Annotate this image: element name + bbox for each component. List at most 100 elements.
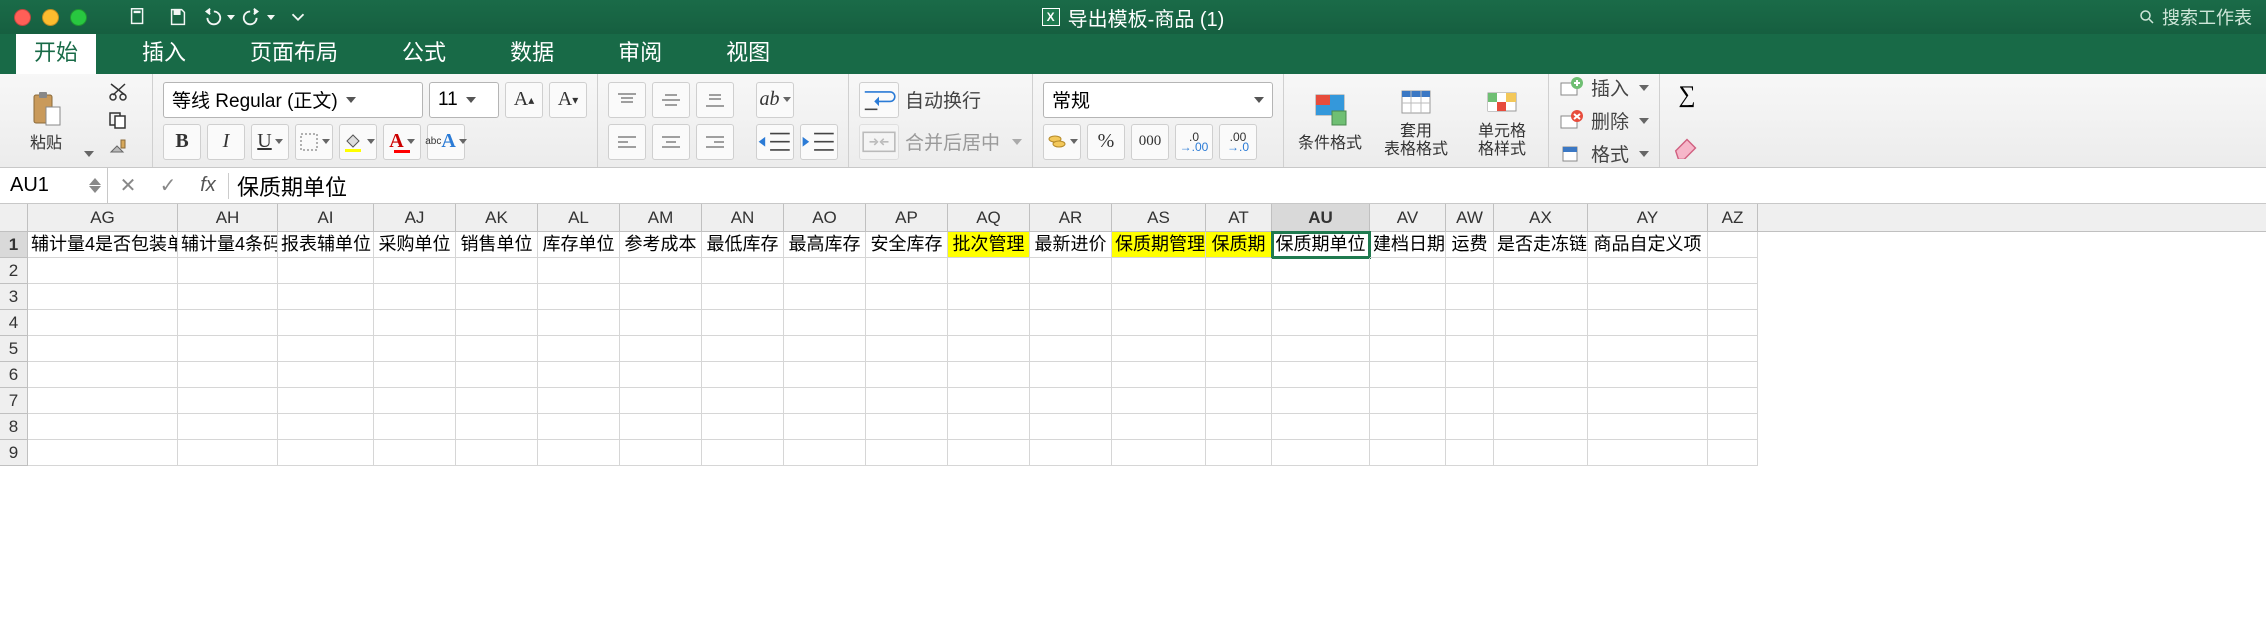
row-header-7[interactable]: 7	[0, 388, 28, 414]
wrap-text-icon[interactable]	[859, 82, 899, 118]
tab-formulas[interactable]: 公式	[384, 29, 464, 74]
cell-AV1[interactable]: 建档日期	[1370, 232, 1446, 258]
cell-AI1[interactable]: 报表辅单位	[278, 232, 374, 258]
cell-AY4[interactable]	[1588, 310, 1708, 336]
cell-AU3[interactable]	[1272, 284, 1370, 310]
column-header-AW[interactable]: AW	[1446, 204, 1494, 231]
cell-AY1[interactable]: 商品自定义项	[1588, 232, 1708, 258]
cell-AU4[interactable]	[1272, 310, 1370, 336]
row-header-1[interactable]: 1	[0, 232, 28, 258]
cell-AT3[interactable]	[1206, 284, 1272, 310]
cell-AN8[interactable]	[702, 414, 784, 440]
cell-AH9[interactable]	[178, 440, 278, 466]
row-header-5[interactable]: 5	[0, 336, 28, 362]
cell-AU9[interactable]	[1272, 440, 1370, 466]
cell-AX6[interactable]	[1494, 362, 1588, 388]
cell-AQ8[interactable]	[948, 414, 1030, 440]
cell-AG4[interactable]	[28, 310, 178, 336]
cell-AO8[interactable]	[784, 414, 866, 440]
cell-AR4[interactable]	[1030, 310, 1112, 336]
cell-AR3[interactable]	[1030, 284, 1112, 310]
cell-AX8[interactable]	[1494, 414, 1588, 440]
cell-AP3[interactable]	[866, 284, 948, 310]
number-format-combo[interactable]: 常规	[1043, 82, 1273, 118]
cell-AP1[interactable]: 安全库存	[866, 232, 948, 258]
cell-AJ9[interactable]	[374, 440, 456, 466]
cell-AI6[interactable]	[278, 362, 374, 388]
bold-button[interactable]: B	[163, 124, 201, 160]
cell-AO3[interactable]	[784, 284, 866, 310]
cell-AQ5[interactable]	[948, 336, 1030, 362]
format-cells-button[interactable]: 格式	[1559, 140, 1649, 167]
confirm-formula-button[interactable]: ✓	[148, 173, 188, 198]
cell-AO9[interactable]	[784, 440, 866, 466]
cell-AY2[interactable]	[1588, 258, 1708, 284]
cell-AZ4[interactable]	[1708, 310, 1758, 336]
row-header-6[interactable]: 6	[0, 362, 28, 388]
cell-AZ2[interactable]	[1708, 258, 1758, 284]
column-header-AJ[interactable]: AJ	[374, 204, 456, 231]
cell-AK5[interactable]	[456, 336, 538, 362]
cell-AI5[interactable]	[278, 336, 374, 362]
cell-AP8[interactable]	[866, 414, 948, 440]
cell-AS3[interactable]	[1112, 284, 1206, 310]
column-header-AP[interactable]: AP	[866, 204, 948, 231]
cell-AS9[interactable]	[1112, 440, 1206, 466]
cell-AH5[interactable]	[178, 336, 278, 362]
cell-AN6[interactable]	[702, 362, 784, 388]
tab-home[interactable]: 开始	[16, 29, 96, 74]
row-header-4[interactable]: 4	[0, 310, 28, 336]
decrease-font-button[interactable]: A▾	[549, 82, 587, 118]
cell-AY8[interactable]	[1588, 414, 1708, 440]
cell-AQ3[interactable]	[948, 284, 1030, 310]
cell-AT9[interactable]	[1206, 440, 1272, 466]
cell-AH1[interactable]: 辅计量4条码	[178, 232, 278, 258]
cell-AJ5[interactable]	[374, 336, 456, 362]
cell-AW5[interactable]	[1446, 336, 1494, 362]
align-bottom-button[interactable]	[696, 82, 734, 118]
cell-AQ1[interactable]: 批次管理	[948, 232, 1030, 258]
search-box[interactable]: 搜索工作表	[2138, 4, 2252, 30]
cell-AP5[interactable]	[866, 336, 948, 362]
cell-AW9[interactable]	[1446, 440, 1494, 466]
paste-dropdown-icon[interactable]	[84, 151, 94, 157]
cell-AR8[interactable]	[1030, 414, 1112, 440]
cell-AV2[interactable]	[1370, 258, 1446, 284]
orientation-button[interactable]: ab	[756, 82, 794, 118]
cell-AX3[interactable]	[1494, 284, 1588, 310]
font-color-button[interactable]: A	[383, 124, 421, 160]
cell-AH6[interactable]	[178, 362, 278, 388]
cell-AW8[interactable]	[1446, 414, 1494, 440]
cell-AM7[interactable]	[620, 388, 702, 414]
cell-AT2[interactable]	[1206, 258, 1272, 284]
cell-AL5[interactable]	[538, 336, 620, 362]
formula-input[interactable]: 保质期单位	[229, 170, 2266, 202]
cell-AL4[interactable]	[538, 310, 620, 336]
cell-AN5[interactable]	[702, 336, 784, 362]
cell-AX2[interactable]	[1494, 258, 1588, 284]
cell-AG6[interactable]	[28, 362, 178, 388]
cell-AI9[interactable]	[278, 440, 374, 466]
cell-AW2[interactable]	[1446, 258, 1494, 284]
fx-button[interactable]: fx	[188, 174, 228, 197]
paste-button[interactable]: 粘贴	[10, 78, 82, 163]
cell-AS5[interactable]	[1112, 336, 1206, 362]
font-name-combo[interactable]: 等线 Regular (正文)	[163, 82, 423, 118]
format-as-table-button[interactable]: 套用 表格格式	[1380, 83, 1452, 159]
cell-AT7[interactable]	[1206, 388, 1272, 414]
align-top-button[interactable]	[608, 82, 646, 118]
cell-AU5[interactable]	[1272, 336, 1370, 362]
cell-AO4[interactable]	[784, 310, 866, 336]
cell-AV6[interactable]	[1370, 362, 1446, 388]
cell-AR1[interactable]: 最新进价	[1030, 232, 1112, 258]
cell-AZ6[interactable]	[1708, 362, 1758, 388]
cell-AZ8[interactable]	[1708, 414, 1758, 440]
name-box[interactable]: AU1	[0, 168, 108, 204]
align-center-button[interactable]	[652, 124, 690, 160]
cell-AS8[interactable]	[1112, 414, 1206, 440]
cell-AM6[interactable]	[620, 362, 702, 388]
cell-AS2[interactable]	[1112, 258, 1206, 284]
cell-AH7[interactable]	[178, 388, 278, 414]
cell-AM8[interactable]	[620, 414, 702, 440]
cell-AJ8[interactable]	[374, 414, 456, 440]
